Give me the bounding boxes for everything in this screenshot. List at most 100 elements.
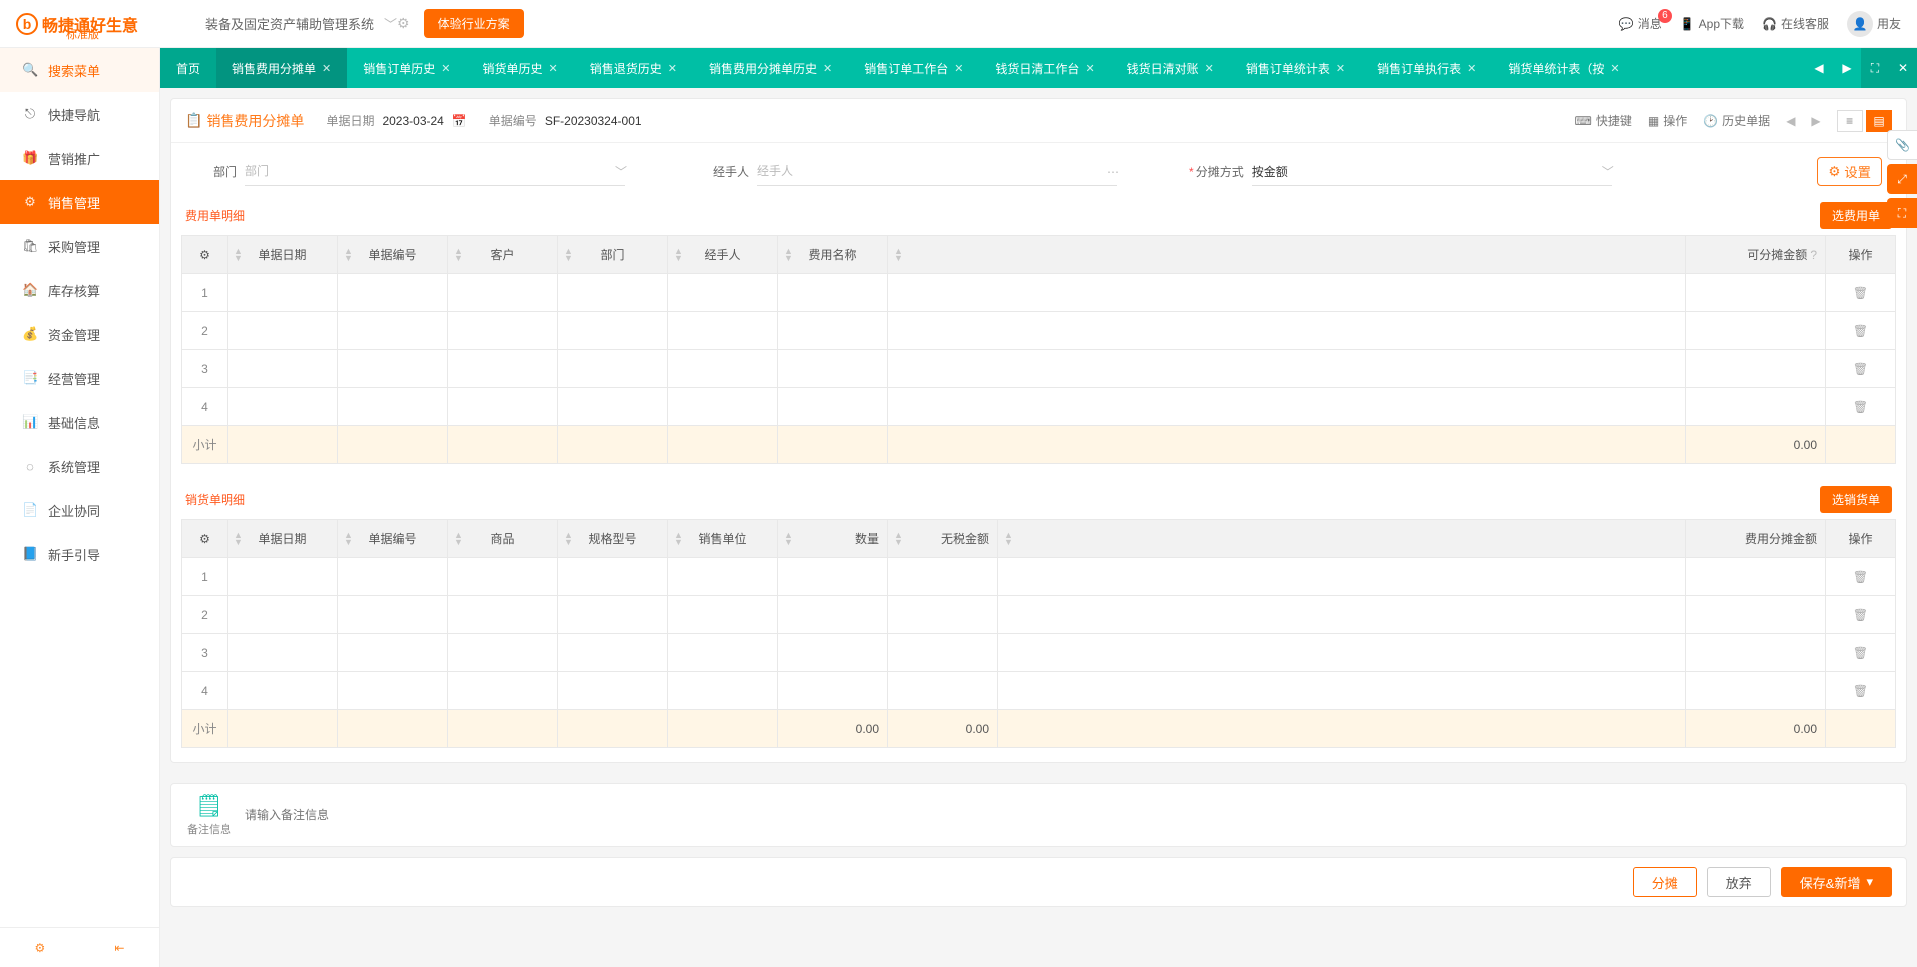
tab[interactable]: 销售订单执行表✕ (1361, 48, 1492, 88)
sidebar-item[interactable]: 📊基础信息 (0, 400, 159, 444)
method-input[interactable] (1252, 158, 1612, 186)
keyboard-icon: ⌨ (1575, 114, 1592, 128)
messages-link[interactable]: 💬 消息 6 (1619, 15, 1662, 32)
settings-icon[interactable]: ⚙ (35, 941, 46, 955)
delete-icon[interactable]: 🗑 (1826, 312, 1896, 350)
system-selector[interactable]: 装备及固定资产辅助管理系统 ﹀ (205, 14, 397, 33)
help-icon[interactable]: ? (1810, 248, 1817, 262)
sidebar-item[interactable]: 📑经营管理 (0, 356, 159, 400)
sidebar-item[interactable]: 🏠库存核算 (0, 268, 159, 312)
tab[interactable]: 销售订单历史✕ (347, 48, 466, 88)
delete-icon[interactable]: 🗑 (1826, 596, 1896, 634)
save-new-button[interactable]: 保存&新增▾ (1781, 867, 1892, 897)
promo-button[interactable]: 体验行业方案 (424, 9, 524, 38)
tab[interactable]: 销售退货历史✕ (574, 48, 693, 88)
sidebar-item[interactable]: 📄企业协同 (0, 488, 159, 532)
chevron-down-icon[interactable]: ﹀ (615, 163, 627, 180)
gear-icon[interactable]: ⚙ (182, 236, 228, 274)
table-row[interactable]: 4🗑 (182, 388, 1896, 426)
pick-expense-button[interactable]: 选费用单 (1820, 202, 1892, 229)
tabs-expand-icon[interactable]: ⛶ (1861, 48, 1889, 88)
attachment-icon[interactable]: 📎 (1887, 130, 1917, 160)
tabs-scroll-right[interactable]: ▶ (1833, 48, 1861, 88)
nav-search[interactable]: 🔍 搜索菜单 (0, 48, 159, 92)
table-row[interactable]: 1🗑 (182, 558, 1896, 596)
sidebar-item[interactable]: ⚙销售管理 (0, 180, 159, 224)
close-icon[interactable]: ✕ (1085, 62, 1094, 75)
calendar-icon[interactable]: 📅 (452, 114, 467, 128)
tab-strip: 首页 销售费用分摊单✕销售订单历史✕销货单历史✕销售退货历史✕销售费用分摊单历史… (160, 48, 1917, 88)
prev-doc-icon[interactable]: ◀ (1786, 114, 1795, 128)
collapse-icon[interactable]: ⇤ (114, 941, 124, 955)
close-icon[interactable]: ✕ (549, 62, 558, 75)
handler-input[interactable] (757, 158, 1117, 186)
view-card-icon[interactable]: ▤ (1866, 110, 1892, 132)
delete-icon[interactable]: 🗑 (1826, 558, 1896, 596)
close-icon[interactable]: ✕ (1205, 62, 1214, 75)
sidebar-item[interactable]: ⎋快捷导航 (0, 92, 159, 136)
close-icon[interactable]: ✕ (322, 62, 331, 75)
operate-button[interactable]: ▦操作 (1648, 112, 1687, 129)
delete-icon[interactable]: 🗑 (1826, 388, 1896, 426)
sidebar-item[interactable]: 🎁营销推广 (0, 136, 159, 180)
sidebar-item[interactable]: 💰资金管理 (0, 312, 159, 356)
doc-date-field[interactable]: 单据日期 2023-03-24 📅 (326, 112, 466, 129)
table-row[interactable]: 2🗑 (182, 312, 1896, 350)
discard-button[interactable]: 放弃 (1707, 867, 1771, 897)
more-icon[interactable]: ⋯ (1107, 165, 1119, 179)
next-doc-icon[interactable]: ▶ (1811, 114, 1820, 128)
tab[interactable]: 销售费用分摊单历史✕ (693, 48, 848, 88)
tab[interactable]: 销售费用分摊单✕ (216, 48, 347, 88)
close-icon[interactable]: ✕ (441, 62, 450, 75)
close-icon[interactable]: ✕ (823, 62, 832, 75)
table-row[interactable]: 4🗑 (182, 672, 1896, 710)
phone-icon: 📱 (1680, 17, 1695, 31)
sidebar-item[interactable]: 🛍采购管理 (0, 224, 159, 268)
tab-label: 钱货日清对账 (1127, 60, 1199, 77)
table-row[interactable]: 2🗑 (182, 596, 1896, 634)
gear-icon[interactable]: ⚙ (397, 15, 410, 32)
table-row[interactable]: 3🗑 (182, 350, 1896, 388)
user-menu[interactable]: 👤 用友 (1847, 11, 1901, 37)
shortcut-button[interactable]: ⌨快捷键 (1575, 112, 1632, 129)
close-icon[interactable]: ✕ (1336, 62, 1345, 75)
chevron-down-icon[interactable]: ﹀ (1602, 163, 1614, 180)
settings-button[interactable]: ⚙设置 (1817, 157, 1882, 186)
tab-home[interactable]: 首页 (160, 48, 216, 88)
delete-icon[interactable]: 🗑 (1826, 274, 1896, 312)
sidebar-item[interactable]: ◌系统管理 (0, 444, 159, 488)
table-row[interactable]: 3🗑 (182, 634, 1896, 672)
system-name: 装备及固定资产辅助管理系统 (205, 14, 374, 33)
tabs-close-all-icon[interactable]: ✕ (1889, 48, 1917, 88)
main-area: 首页 销售费用分摊单✕销售订单历史✕销货单历史✕销售退货历史✕销售费用分摊单历史… (160, 48, 1917, 967)
close-icon[interactable]: ✕ (1467, 62, 1476, 75)
table-row[interactable]: 1🗑 (182, 274, 1896, 312)
sidebar-item[interactable]: 📘新手引导 (0, 532, 159, 576)
history-button[interactable]: 🕑历史单据 (1703, 112, 1770, 129)
tab[interactable]: 销售订单统计表✕ (1230, 48, 1361, 88)
expand-icon[interactable]: ⤢ (1887, 164, 1917, 194)
close-icon[interactable]: ✕ (954, 62, 963, 75)
online-cs-link[interactable]: 🎧 在线客服 (1762, 15, 1829, 32)
sales-subtotal-row: 小计 0.00 0.00 0.00 (182, 710, 1896, 748)
tab[interactable]: 销货单统计表（按✕ (1492, 48, 1635, 88)
fullscreen-icon[interactable]: ⛶ (1887, 198, 1917, 228)
tab[interactable]: 钱货日清对账 ✕ (1111, 48, 1230, 88)
view-list-icon[interactable]: ≡ (1837, 110, 1863, 132)
delete-icon[interactable]: 🗑 (1826, 634, 1896, 672)
dept-label: 部门 (195, 163, 237, 180)
app-download-link[interactable]: 📱 App下载 (1680, 15, 1744, 32)
delete-icon[interactable]: 🗑 (1826, 350, 1896, 388)
close-icon[interactable]: ✕ (1610, 62, 1619, 75)
allocate-button[interactable]: 分摊 (1633, 867, 1697, 897)
tab[interactable]: 销售订单工作台✕ (848, 48, 979, 88)
delete-icon[interactable]: 🗑 (1826, 672, 1896, 710)
tab[interactable]: 钱货日清工作台✕ (979, 48, 1110, 88)
dept-input[interactable] (245, 158, 625, 186)
close-icon[interactable]: ✕ (668, 62, 677, 75)
tabs-scroll-left[interactable]: ◀ (1805, 48, 1833, 88)
tab[interactable]: 销货单历史✕ (466, 48, 573, 88)
remark-input[interactable] (245, 800, 1890, 830)
gear-icon[interactable]: ⚙ (182, 520, 228, 558)
pick-sales-button[interactable]: 选销货单 (1820, 486, 1892, 513)
